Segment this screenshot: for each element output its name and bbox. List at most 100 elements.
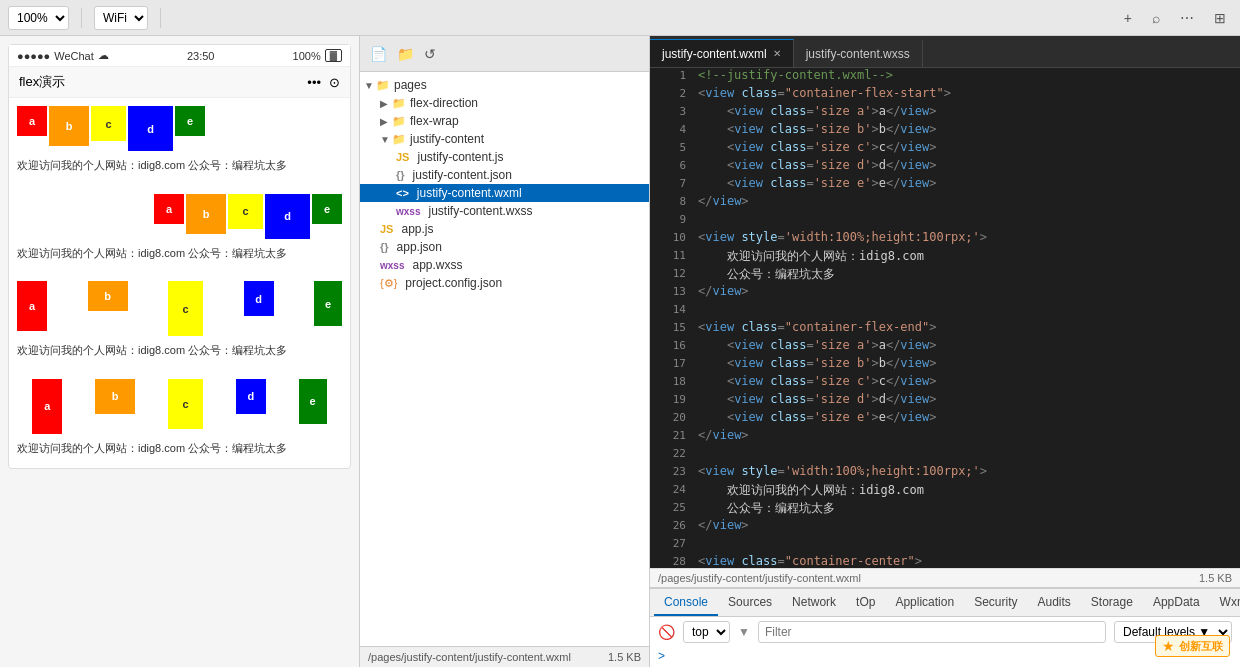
- network-select[interactable]: WiFi: [94, 6, 148, 30]
- console-context-select[interactable]: top: [683, 621, 730, 643]
- code-line-1: 1 <!--justify-content.wxml-->: [650, 68, 1240, 86]
- devtools-tab-security[interactable]: Security: [964, 589, 1027, 616]
- more-button[interactable]: ⋯: [1174, 8, 1200, 28]
- line-num-3: 3: [658, 104, 686, 118]
- code-line-18: 18 <view class='size c'>c</view>: [650, 374, 1240, 392]
- code-editor[interactable]: 1 <!--justify-content.wxml--> 2 <view cl…: [650, 68, 1240, 568]
- signal-dots: ●●●●●: [17, 50, 50, 62]
- folder-icon-flex-wrap: 📁: [392, 115, 406, 128]
- tree-item-jc-wxml[interactable]: <> justify-content.wxml: [360, 184, 649, 202]
- folder-icon-justify-content: 📁: [392, 133, 406, 146]
- file-path-text: /pages/justify-content/justify-content.w…: [368, 651, 571, 663]
- line-content-4: <view class='size b'>b</view>: [698, 122, 1232, 136]
- wxss-icon-jc: wxss: [396, 206, 420, 217]
- wxml-icon-jc: <>: [396, 187, 409, 199]
- wifi-icon: ☁: [98, 49, 109, 62]
- code-line-26: 26 </view>: [650, 518, 1240, 536]
- line-content-12: 公众号：编程坑太多: [698, 266, 1232, 283]
- layout-button[interactable]: ⊞: [1208, 8, 1232, 28]
- line-content-20: <view class='size e'>e</view>: [698, 410, 1232, 424]
- console-filter-input[interactable]: [758, 621, 1106, 643]
- line-content-6: <view class='size d'>d</view>: [698, 158, 1232, 172]
- phone-frame: ●●●●● WeChat ☁ 23:50 100% ▓ flex演示 ••• ⊙: [8, 44, 351, 469]
- editor-bottom-bar: /pages/justify-content/justify-content.w…: [650, 568, 1240, 587]
- line-num-10: 10: [658, 230, 686, 244]
- tree-item-app-js[interactable]: JS app.js: [360, 220, 649, 238]
- add-button[interactable]: +: [1118, 8, 1138, 28]
- tree-item-flex-direction[interactable]: ▶ 📁 flex-direction: [360, 94, 649, 112]
- top-toolbar: 100% WiFi + ⌕ ⋯ ⊞: [0, 0, 1240, 36]
- block-a1: a: [17, 106, 47, 136]
- demo-section-2: a b c d e 欢迎访问我的个人网站：idig8.com 公众号：编程坑太多: [9, 186, 350, 274]
- devtools-tab-console[interactable]: Console: [654, 589, 718, 616]
- devtools-tab-sources-label: Sources: [728, 595, 772, 609]
- line-content-7: <view class='size e'>e</view>: [698, 176, 1232, 190]
- block-a4: a: [32, 379, 62, 434]
- devtools-tab-application-label: Application: [895, 595, 954, 609]
- tree-item-justify-content[interactable]: ▼ 📁 justify-content: [360, 130, 649, 148]
- toolbar-sep-2: [160, 8, 161, 28]
- devtools-tab-audits[interactable]: Audits: [1028, 589, 1081, 616]
- tree-item-jc-wxss[interactable]: wxss justify-content.wxss: [360, 202, 649, 220]
- block-c1: c: [91, 106, 126, 141]
- code-line-12: 12 公众号：编程坑太多: [650, 266, 1240, 284]
- tree-item-flex-wrap[interactable]: ▶ 📁 flex-wrap: [360, 112, 649, 130]
- tree-item-app-json[interactable]: {} app.json: [360, 238, 649, 256]
- devtools-console-bar: 🚫 top ▼ Default levels ▼: [650, 617, 1240, 647]
- block-b3: b: [88, 281, 128, 311]
- tree-item-jc-json[interactable]: {} justify-content.json: [360, 166, 649, 184]
- code-line-16: 16 <view class='size a'>a</view>: [650, 338, 1240, 356]
- zoom-select[interactable]: 100%: [8, 6, 69, 30]
- tree-item-jc-js[interactable]: JS justify-content.js: [360, 148, 649, 166]
- code-line-8: 8 </view>: [650, 194, 1240, 212]
- tree-label-jc-js: justify-content.js: [417, 150, 503, 164]
- tree-item-pages[interactable]: ▼ 📁 pages: [360, 76, 649, 94]
- battery-pct: 100%: [293, 50, 321, 62]
- tab-wxss-label: justify-content.wxss: [806, 47, 910, 61]
- line-content-26: </view>: [698, 518, 1232, 532]
- battery-icon: ▓: [325, 49, 342, 62]
- console-block-icon[interactable]: 🚫: [658, 624, 675, 640]
- code-line-25: 25 公众号：编程坑太多: [650, 500, 1240, 518]
- tab-wxml-close[interactable]: ✕: [773, 48, 781, 59]
- tree-label-jc-json: justify-content.json: [413, 168, 512, 182]
- refresh-button[interactable]: ↺: [422, 44, 438, 64]
- arrow-justify-content: ▼: [380, 134, 392, 145]
- devtools-tab-application[interactable]: Application: [885, 589, 964, 616]
- line-num-25: 25: [658, 500, 686, 514]
- js-icon-jc: JS: [396, 151, 409, 163]
- devtools-tab-console-label: Console: [664, 595, 708, 609]
- line-num-22: 22: [658, 446, 686, 460]
- phone-status-left: ●●●●● WeChat ☁: [17, 49, 109, 62]
- new-file-button[interactable]: 📄: [368, 44, 389, 64]
- devtools-tab-storage[interactable]: Storage: [1081, 589, 1143, 616]
- block-a2: a: [154, 194, 184, 224]
- code-line-28: 28 <view class="container-center">: [650, 554, 1240, 568]
- code-tabs: justify-content.wxml ✕ justify-content.w…: [650, 36, 1240, 68]
- flex-row-start: a b c d e: [17, 106, 342, 151]
- devtools-tab-top-label: tOp: [856, 595, 875, 609]
- block-d4: d: [236, 379, 266, 414]
- code-line-3: 3 <view class='size a'>a</view>: [650, 104, 1240, 122]
- phone-status-bar: ●●●●● WeChat ☁ 23:50 100% ▓: [9, 45, 350, 67]
- search-button[interactable]: ⌕: [1146, 8, 1166, 28]
- tab-wxml-label: justify-content.wxml: [662, 47, 767, 61]
- line-content-5: <view class='size c'>c</view>: [698, 140, 1232, 154]
- tree-item-project-config[interactable]: {⚙} project.config.json: [360, 274, 649, 292]
- devtools-tab-appdata[interactable]: AppData: [1143, 589, 1210, 616]
- devtools-tab-wxml[interactable]: Wxml: [1210, 589, 1240, 616]
- tree-item-app-wxss[interactable]: wxss app.wxss: [360, 256, 649, 274]
- devtools-tab-top[interactable]: tOp: [846, 589, 885, 616]
- code-line-24: 24 欢迎访问我的个人网站：idig8.com: [650, 482, 1240, 500]
- line-content-11: 欢迎访问我的个人网站：idig8.com: [698, 248, 1232, 265]
- tab-wxml[interactable]: justify-content.wxml ✕: [650, 39, 794, 67]
- new-folder-button[interactable]: 📁: [395, 44, 416, 64]
- tree-label-app-json: app.json: [397, 240, 442, 254]
- file-tree-toolbar: 📄 📁 ↺: [360, 36, 649, 72]
- block-e3: e: [314, 281, 342, 326]
- line-num-16: 16: [658, 338, 686, 352]
- devtools-tab-network[interactable]: Network: [782, 589, 846, 616]
- tab-wxss[interactable]: justify-content.wxss: [794, 39, 923, 67]
- devtools-tab-sources[interactable]: Sources: [718, 589, 782, 616]
- line-num-4: 4: [658, 122, 686, 136]
